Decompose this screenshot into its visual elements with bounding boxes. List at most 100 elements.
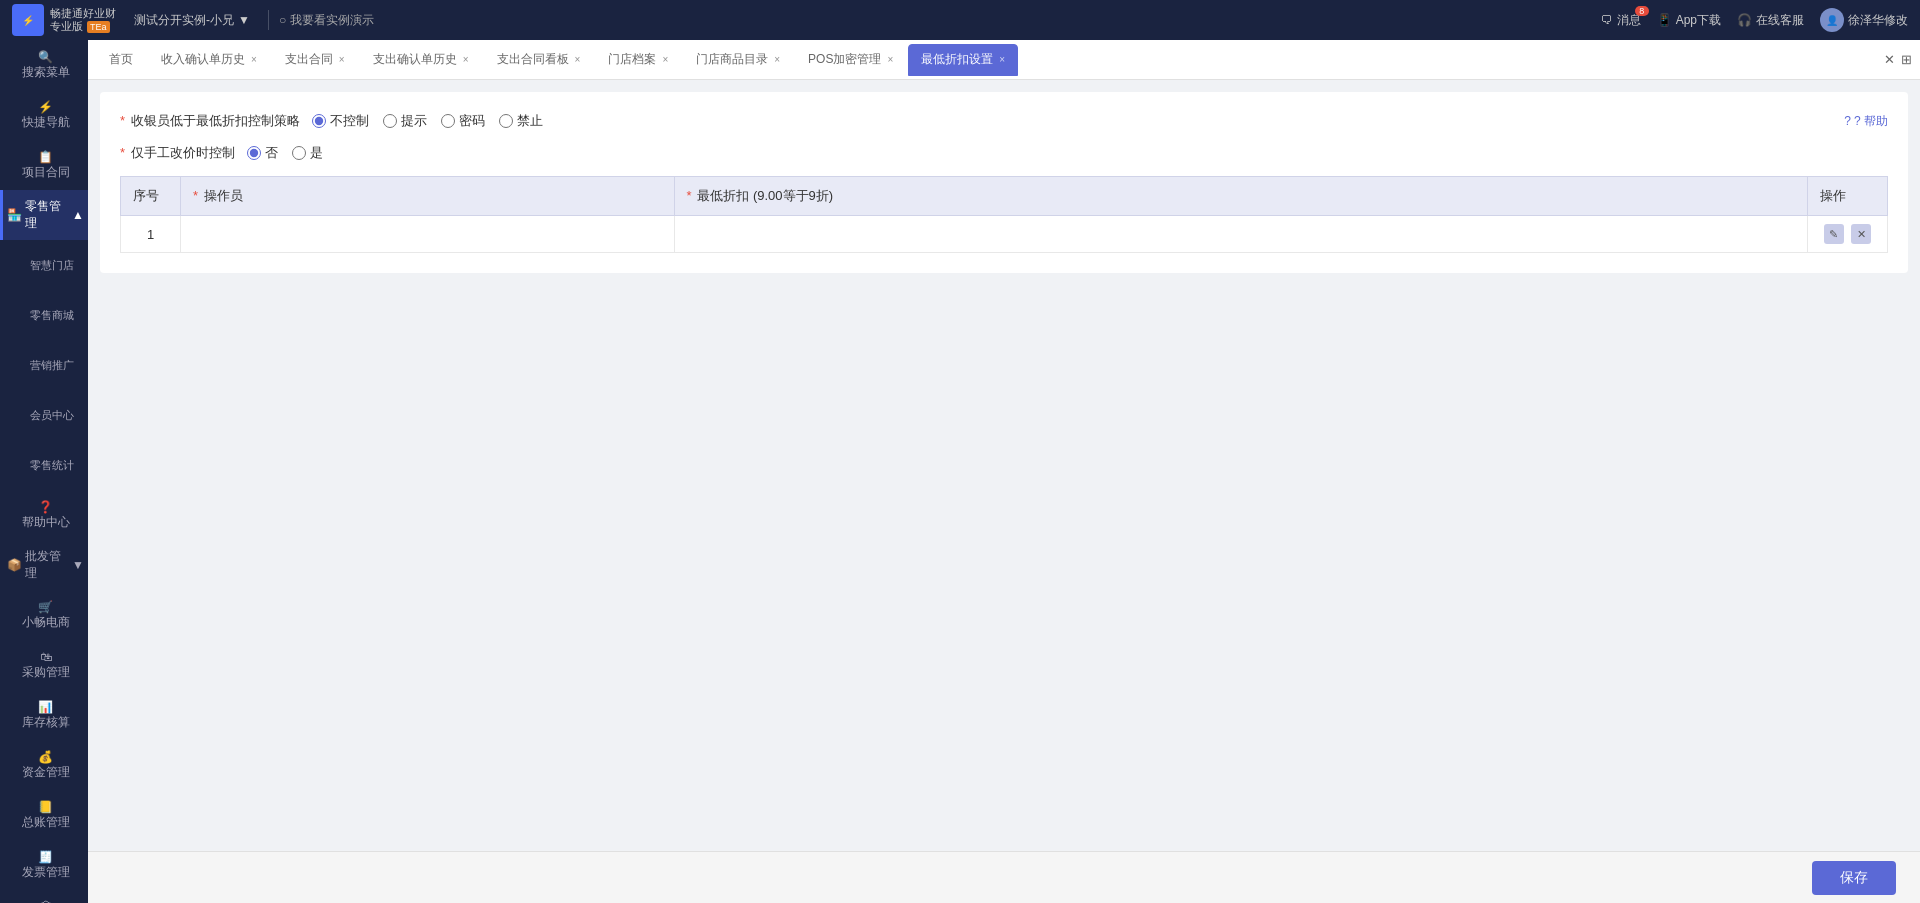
tab-payment-confirm-history[interactable]: 支出确认单历史 × — [360, 44, 482, 76]
tab-min-discount-close[interactable]: × — [999, 54, 1005, 65]
sidebar-item-marketing[interactable]: 营销推广 — [0, 340, 88, 390]
sidebar-label-retail-stat: 零售统计 — [30, 458, 74, 473]
row-edit-button[interactable]: ✎ — [1824, 224, 1844, 244]
sidebar-item-member[interactable]: 会员中心 — [0, 390, 88, 440]
radio-yes-label: 是 — [310, 144, 323, 162]
general-ledger-icon: 📒 — [38, 800, 53, 814]
messages-button[interactable]: 🗨 消息 8 — [1601, 12, 1641, 29]
sidebar-label-project: 项目合同 — [22, 164, 70, 181]
table-row: 1 ✎ ✕ — [121, 216, 1888, 253]
radio-no-control-label: 不控制 — [330, 112, 369, 130]
radio-password-input[interactable] — [441, 114, 455, 128]
sidebar-item-retail-mgmt[interactable]: 🏪 零售管理 ▲ — [0, 190, 88, 240]
service-icon: 🎧 — [1737, 13, 1752, 27]
tab-home[interactable]: 首页 — [96, 44, 146, 76]
tab-store-archive-close[interactable]: × — [662, 54, 668, 65]
radio-forbid[interactable]: 禁止 — [499, 112, 543, 130]
help-label: ? 帮助 — [1854, 113, 1888, 130]
discount-table-wrapper: 序号 * 操作员 * 最低折扣 (9.00等于9折) — [120, 176, 1888, 253]
logo-icon: ⚡ — [12, 4, 44, 36]
sidebar-label-invoice: 发票管理 — [22, 864, 70, 881]
tab-pos-password-label: POS加密管理 — [808, 51, 881, 68]
form-row-2: * 仅手工改价时控制 否 是 — [120, 144, 1888, 162]
radio-no-input[interactable] — [247, 146, 261, 160]
retail-mgmt-icon: 🏪 — [7, 208, 22, 222]
purchase-icon: 🛍 — [40, 650, 52, 664]
radio-remind-input[interactable] — [383, 114, 397, 128]
logo-icon-symbol: ⚡ — [22, 15, 34, 26]
radio-no[interactable]: 否 — [247, 144, 278, 162]
sidebar-item-tax[interactable]: 🏛 税务管理 — [0, 890, 88, 903]
radio-no-control[interactable]: 不控制 — [312, 112, 369, 130]
online-service-button[interactable]: 🎧 在线客服 — [1737, 12, 1804, 29]
tab-bar: 首页 收入确认单历史 × 支出合同 × 支出确认单历史 × 支出合同看板 × 门… — [88, 40, 1920, 80]
radio-password[interactable]: 密码 — [441, 112, 485, 130]
sidebar-item-finance[interactable]: 💰 资金管理 — [0, 740, 88, 790]
tab-payment-board-close[interactable]: × — [575, 54, 581, 65]
tab-store-archive[interactable]: 门店档案 × — [595, 44, 681, 76]
tab-income-history-label: 收入确认单历史 — [161, 51, 245, 68]
sidebar-label-smart-store: 智慧门店 — [30, 258, 74, 273]
tab-menu-button[interactable]: ⊞ — [1901, 52, 1912, 67]
tab-income-history-close[interactable]: × — [251, 54, 257, 65]
save-button[interactable]: 保存 — [1812, 861, 1896, 895]
sidebar-item-help[interactable]: ❓ 帮助中心 — [0, 490, 88, 540]
row-seq: 1 — [121, 216, 181, 253]
tab-payment-contract-close[interactable]: × — [339, 54, 345, 65]
project-arrow: ▼ — [238, 13, 250, 27]
sidebar-item-invoice[interactable]: 🧾 发票管理 — [0, 840, 88, 890]
app-download-button[interactable]: 📱 App下载 — [1657, 12, 1721, 29]
sidebar-item-general-ledger[interactable]: 📒 总账管理 — [0, 790, 88, 840]
sidebar-item-search[interactable]: 🔍 搜索菜单 — [0, 40, 88, 90]
field2-radio-group: 否 是 — [247, 144, 323, 162]
top-bar-right: 🗨 消息 8 📱 App下载 🎧 在线客服 👤 徐泽华修改 — [1601, 8, 1908, 32]
help-icon-text: ? — [1844, 114, 1851, 128]
tab-payment-board[interactable]: 支出合同看板 × — [484, 44, 594, 76]
demo-link[interactable]: ○ 我要看实例演示 — [279, 12, 1591, 29]
radio-no-control-input[interactable] — [312, 114, 326, 128]
row-delete-button[interactable]: ✕ — [1851, 224, 1871, 244]
field2-required-star: * — [120, 145, 125, 160]
field1-radio-group: 不控制 提示 密码 禁止 — [312, 112, 543, 130]
sidebar-item-wholesale[interactable]: 📦 批发管理 ▼ — [0, 540, 88, 590]
tab-pos-password[interactable]: POS加密管理 × — [795, 44, 906, 76]
sidebar-item-inventory[interactable]: 📊 库存核算 — [0, 690, 88, 740]
sidebar-item-smart-store[interactable]: 智慧门店 — [0, 240, 88, 290]
sidebar-item-retail-stat[interactable]: 零售统计 — [0, 440, 88, 490]
sidebar-item-ecommerce[interactable]: 🛒 小畅电商 — [0, 590, 88, 640]
sidebar-item-retail-mall[interactable]: 零售商城 — [0, 290, 88, 340]
top-bar: ⚡ 畅捷通好业财 专业版 TEa 测试分开实例-小兄 ▼ ○ 我要看实例演示 🗨… — [0, 0, 1920, 40]
main-layout: 🔍 搜索菜单 ⚡ 快捷导航 📋 项目合同 🏪 零售管理 ▲ 智慧门店 零售商城 … — [0, 40, 1920, 903]
tab-min-discount[interactable]: 最低折扣设置 × — [908, 44, 1018, 76]
tab-income-history[interactable]: 收入确认单历史 × — [148, 44, 270, 76]
sidebar-item-purchase[interactable]: 🛍 采购管理 — [0, 640, 88, 690]
sidebar-item-shortcut[interactable]: ⚡ 快捷导航 — [0, 90, 88, 140]
help-link[interactable]: ? ? 帮助 — [1844, 113, 1888, 130]
discount-table: 序号 * 操作员 * 最低折扣 (9.00等于9折) — [120, 176, 1888, 253]
radio-remind[interactable]: 提示 — [383, 112, 427, 130]
field2-label: * 仅手工改价时控制 — [120, 144, 235, 162]
tab-store-catalog-close[interactable]: × — [774, 54, 780, 65]
user-area[interactable]: 👤 徐泽华修改 — [1820, 8, 1908, 32]
sidebar-item-project[interactable]: 📋 项目合同 — [0, 140, 88, 190]
tab-bar-actions: ✕ ⊞ — [1884, 52, 1912, 67]
shortcut-icon: ⚡ — [38, 100, 53, 114]
sidebar-label-inventory: 库存核算 — [22, 714, 70, 731]
radio-yes-input[interactable] — [292, 146, 306, 160]
download-icon: 📱 — [1657, 13, 1672, 27]
tab-payment-board-label: 支出合同看板 — [497, 51, 569, 68]
project-name: 测试分开实例-小兄 — [134, 12, 234, 29]
project-selector[interactable]: 测试分开实例-小兄 ▼ — [126, 8, 258, 33]
radio-yes[interactable]: 是 — [292, 144, 323, 162]
tab-payment-confirm-history-close[interactable]: × — [463, 54, 469, 65]
radio-forbid-input[interactable] — [499, 114, 513, 128]
tab-payment-contract[interactable]: 支出合同 × — [272, 44, 358, 76]
col-seq: 序号 — [121, 177, 181, 216]
tab-payment-contract-label: 支出合同 — [285, 51, 333, 68]
bottom-bar: 保存 — [88, 851, 1920, 903]
tab-close-all-button[interactable]: ✕ — [1884, 52, 1895, 67]
wholesale-icon: 📦 — [7, 558, 22, 572]
tab-pos-password-close[interactable]: × — [887, 54, 893, 65]
sidebar: 🔍 搜索菜单 ⚡ 快捷导航 📋 项目合同 🏪 零售管理 ▲ 智慧门店 零售商城 … — [0, 40, 88, 903]
tab-store-catalog[interactable]: 门店商品目录 × — [683, 44, 793, 76]
